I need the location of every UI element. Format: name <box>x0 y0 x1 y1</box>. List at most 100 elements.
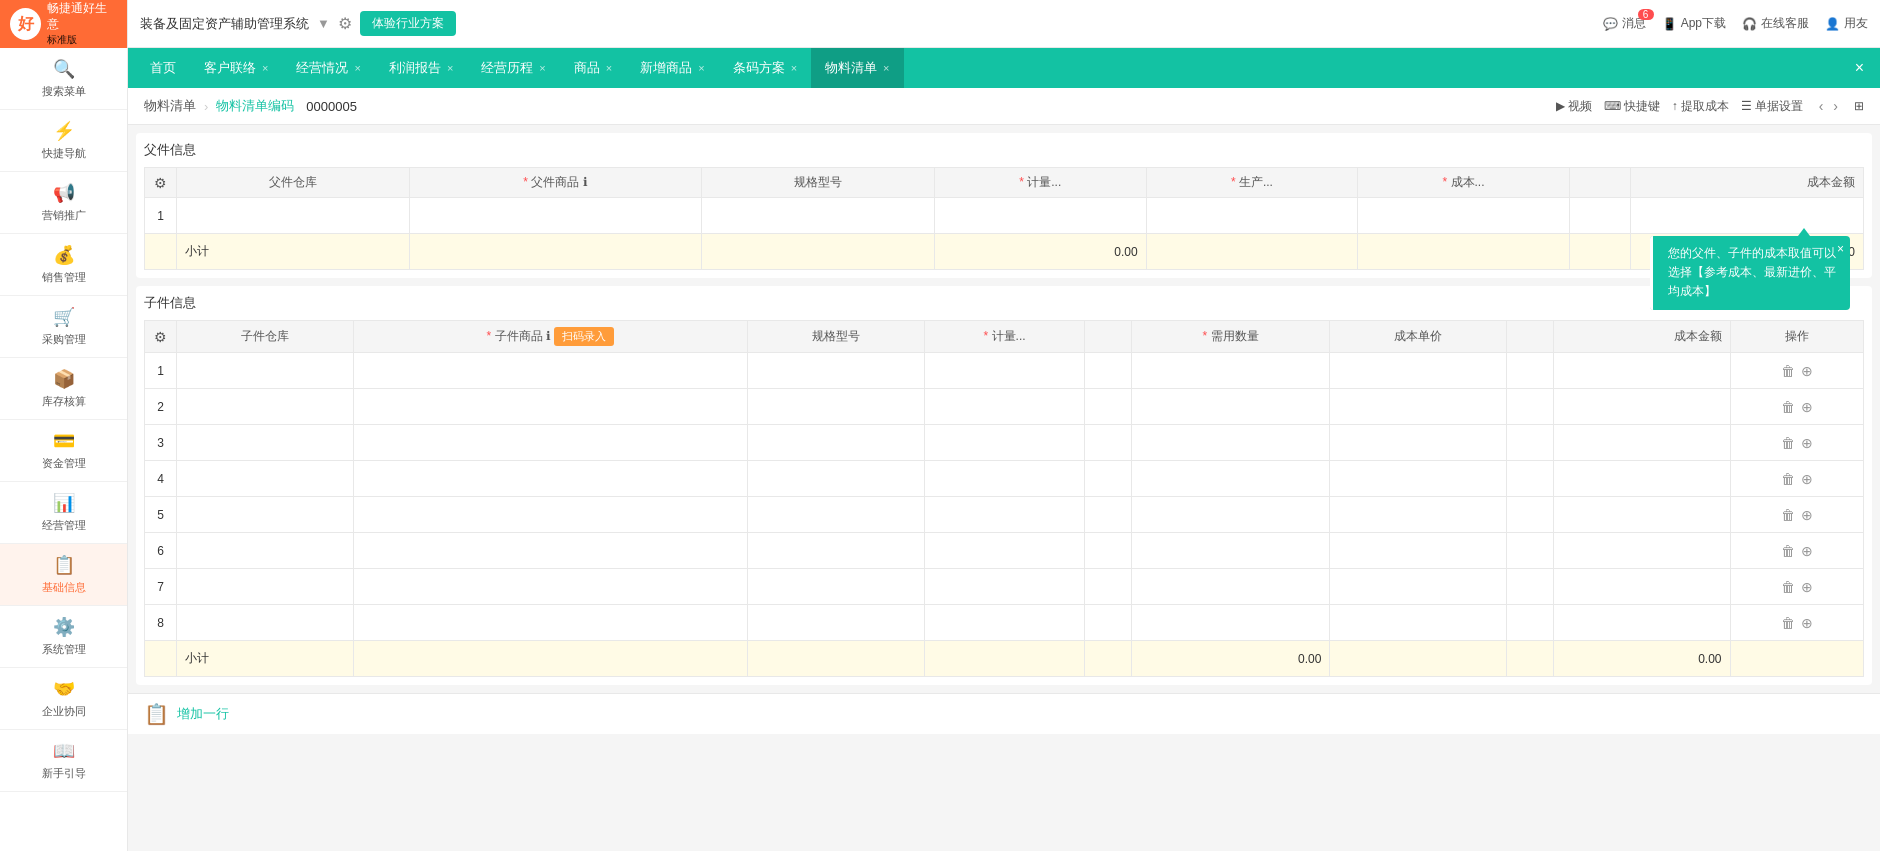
child-row-goods[interactable] <box>353 389 747 425</box>
child-row-qty[interactable] <box>1131 569 1330 605</box>
sidebar-item-system[interactable]: ⚙️ 系统管理 <box>0 606 127 668</box>
delete-row-btn[interactable]: 🗑 <box>1781 471 1795 487</box>
child-row-warehouse[interactable] <box>177 425 354 461</box>
child-row-unit[interactable] <box>924 569 1085 605</box>
child-row-warehouse[interactable] <box>177 569 354 605</box>
sidebar-item-sales[interactable]: 💰 销售管理 <box>0 234 127 296</box>
settings-icon[interactable]: ⚙ <box>338 14 352 33</box>
parent-row-cost[interactable] <box>1358 198 1570 234</box>
child-row-warehouse[interactable] <box>177 461 354 497</box>
sidebar-item-finance[interactable]: 💳 资金管理 <box>0 420 127 482</box>
parent-row-spec[interactable] <box>701 198 934 234</box>
tab-new-goods[interactable]: 新增商品 × <box>626 48 718 88</box>
parent-row-warehouse[interactable] <box>177 198 410 234</box>
child-row-goods[interactable] <box>353 533 747 569</box>
tab-goods-close[interactable]: × <box>606 62 612 74</box>
copy-row-btn[interactable]: ⊕ <box>1801 435 1813 451</box>
arrow-left-btn[interactable]: ‹ <box>1815 96 1828 116</box>
delete-row-btn[interactable]: 🗑 <box>1781 507 1795 523</box>
child-row-unit[interactable] <box>924 353 1085 389</box>
grid-icon[interactable]: ⊞ <box>1854 99 1864 113</box>
tab-operations-close[interactable]: × <box>354 62 360 74</box>
delete-row-btn[interactable]: 🗑 <box>1781 435 1795 451</box>
child-row-unit-cost[interactable] <box>1330 389 1507 425</box>
action-single-settings[interactable]: ☰ 单据设置 <box>1741 98 1803 115</box>
copy-row-btn[interactable]: ⊕ <box>1801 507 1813 523</box>
action-shortcut[interactable]: ⌨ 快捷键 <box>1604 98 1660 115</box>
child-row-unit-cost[interactable] <box>1330 533 1507 569</box>
tab-operations[interactable]: 经营情况 × <box>282 48 374 88</box>
tab-bom[interactable]: 物料清单 × <box>811 48 903 88</box>
child-row-unit[interactable] <box>924 461 1085 497</box>
delete-row-btn[interactable]: 🗑 <box>1781 579 1795 595</box>
tab-new-goods-close[interactable]: × <box>698 62 704 74</box>
parent-row-goods[interactable] <box>410 198 702 234</box>
child-row-warehouse[interactable] <box>177 353 354 389</box>
child-row-qty[interactable] <box>1131 425 1330 461</box>
child-row-qty[interactable] <box>1131 533 1330 569</box>
delete-row-btn[interactable]: 🗑 <box>1781 363 1795 379</box>
child-row-spec[interactable] <box>747 425 924 461</box>
action-view[interactable]: ▶ 视频 <box>1556 98 1592 115</box>
tab-customer[interactable]: 客户联络 × <box>190 48 282 88</box>
child-row-goods[interactable] <box>353 353 747 389</box>
tab-history[interactable]: 经营历程 × <box>467 48 559 88</box>
breadcrumb-bom[interactable]: 物料清单 <box>144 97 196 115</box>
child-row-qty[interactable] <box>1131 461 1330 497</box>
add-row-label[interactable]: 增加一行 <box>177 705 229 723</box>
delete-row-btn[interactable]: 🗑 <box>1781 543 1795 559</box>
child-row-spec[interactable] <box>747 353 924 389</box>
tab-customer-close[interactable]: × <box>262 62 268 74</box>
child-col-settings[interactable]: ⚙ <box>145 321 177 353</box>
child-row-spec[interactable] <box>747 389 924 425</box>
child-row-unit-cost[interactable] <box>1330 353 1507 389</box>
sidebar-item-marketing[interactable]: 📢 营销推广 <box>0 172 127 234</box>
tab-home[interactable]: 首页 <box>136 48 190 88</box>
sidebar-item-guide[interactable]: 📖 新手引导 <box>0 730 127 792</box>
child-row-spec[interactable] <box>747 461 924 497</box>
sidebar-item-search[interactable]: 🔍 搜索菜单 <box>0 48 127 110</box>
child-row-goods[interactable] <box>353 425 747 461</box>
tooltip-close-btn[interactable]: × <box>1837 240 1844 259</box>
close-all-tabs[interactable]: × <box>1847 59 1872 77</box>
child-row-spec[interactable] <box>747 569 924 605</box>
child-row-goods[interactable] <box>353 605 747 641</box>
delete-row-btn[interactable]: 🗑 <box>1781 615 1795 631</box>
child-row-qty[interactable] <box>1131 605 1330 641</box>
tab-goods[interactable]: 商品 × <box>560 48 626 88</box>
parent-col-settings[interactable]: ⚙ <box>145 168 177 198</box>
child-row-unit-cost[interactable] <box>1330 497 1507 533</box>
tab-profit[interactable]: 利润报告 × <box>375 48 467 88</box>
child-row-warehouse[interactable] <box>177 605 354 641</box>
copy-row-btn[interactable]: ⊕ <box>1801 543 1813 559</box>
child-row-unit-cost[interactable] <box>1330 425 1507 461</box>
child-row-unit-cost[interactable] <box>1330 461 1507 497</box>
user-group[interactable]: 👤 用友 <box>1825 15 1868 32</box>
sidebar-item-quicknav[interactable]: ⚡ 快捷导航 <box>0 110 127 172</box>
child-row-warehouse[interactable] <box>177 533 354 569</box>
child-row-unit[interactable] <box>924 605 1085 641</box>
sidebar-item-purchase[interactable]: 🛒 采购管理 <box>0 296 127 358</box>
child-row-goods[interactable] <box>353 569 747 605</box>
child-row-qty[interactable] <box>1131 389 1330 425</box>
copy-row-btn[interactable]: ⊕ <box>1801 363 1813 379</box>
child-row-spec[interactable] <box>747 533 924 569</box>
parent-row-unit[interactable] <box>934 198 1146 234</box>
child-row-unit[interactable] <box>924 497 1085 533</box>
child-row-unit[interactable] <box>924 425 1085 461</box>
tab-bom-close[interactable]: × <box>883 62 889 74</box>
add-row-icon[interactable]: 📋 <box>144 702 169 726</box>
child-row-warehouse[interactable] <box>177 389 354 425</box>
sidebar-item-operations[interactable]: 📊 经营管理 <box>0 482 127 544</box>
copy-row-btn[interactable]: ⊕ <box>1801 399 1813 415</box>
expand-icon[interactable]: ▼ <box>317 16 330 31</box>
child-row-spec[interactable] <box>747 605 924 641</box>
child-row-goods[interactable] <box>353 497 747 533</box>
copy-row-btn[interactable]: ⊕ <box>1801 579 1813 595</box>
copy-row-btn[interactable]: ⊕ <box>1801 471 1813 487</box>
app-download-group[interactable]: 📱 App下载 <box>1662 15 1726 32</box>
child-row-unit-cost[interactable] <box>1330 569 1507 605</box>
delete-row-btn[interactable]: 🗑 <box>1781 399 1795 415</box>
child-row-spec[interactable] <box>747 497 924 533</box>
parent-row-produce[interactable] <box>1146 198 1358 234</box>
